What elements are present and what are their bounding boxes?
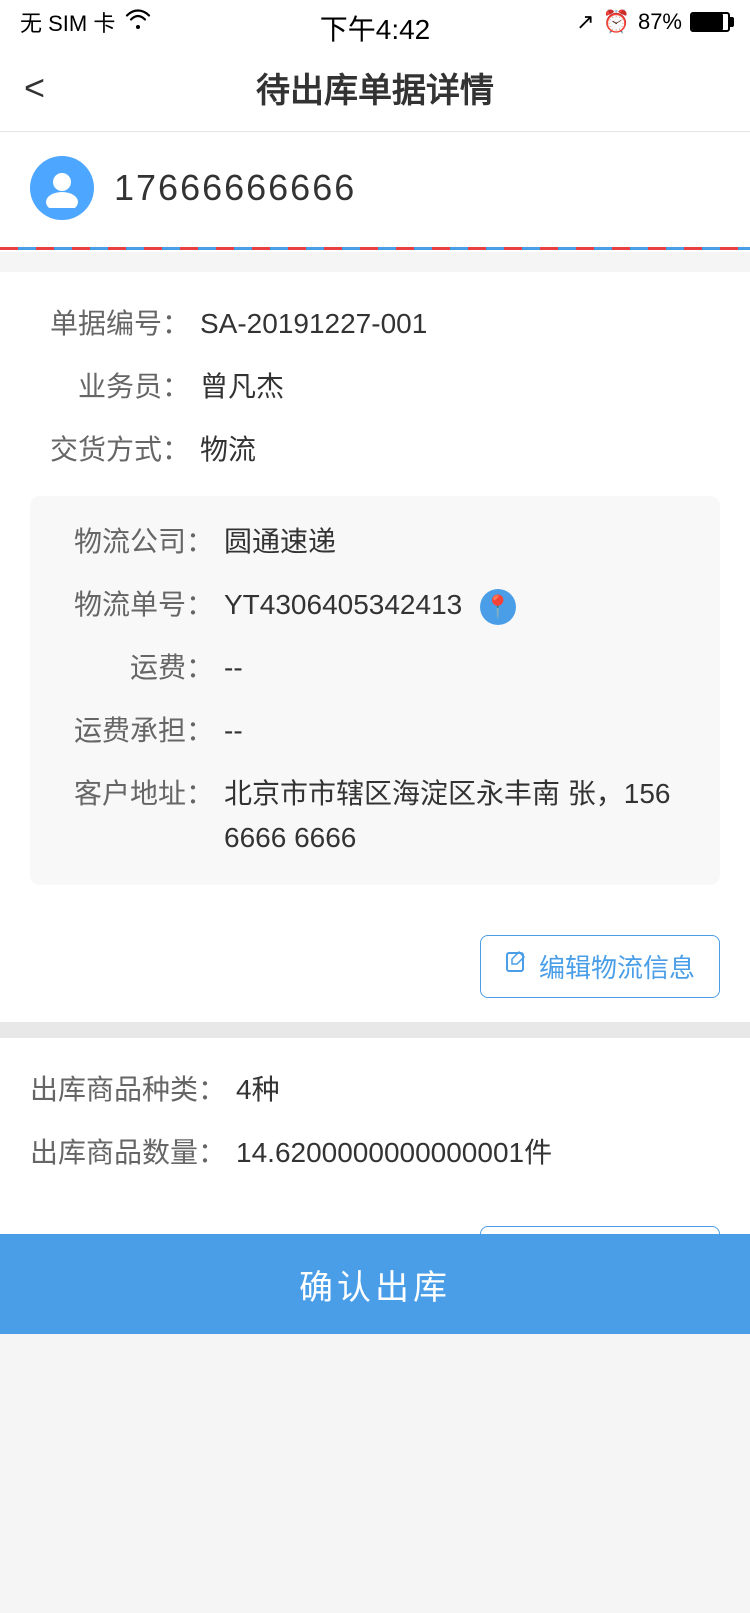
page-title: 待出库单据详情 <box>256 63 494 112</box>
edit-logistics-label: 编辑物流信息 <box>539 948 695 985</box>
edit-logistics-button[interactable]: 编辑物流信息 <box>480 935 720 998</box>
delivery-method-value: 物流 <box>190 428 720 473</box>
back-button[interactable]: < <box>24 67 45 109</box>
status-left: 无 SIM 卡 <box>20 6 151 38</box>
logistics-company-label: 物流公司： <box>54 520 214 565</box>
logistics-company-row: 物流公司： 圆通速递 <box>54 520 696 565</box>
avatar <box>30 156 94 220</box>
outstock-quantity-label: 出库商品数量： <box>30 1131 226 1176</box>
freight-value: -- <box>214 646 696 691</box>
battery-percent: 87% <box>638 9 682 35</box>
freight-bearer-row: 运费承担： -- <box>54 709 696 754</box>
outstock-quantity-row: 出库商品数量： 14.6200000000000001件 <box>30 1131 720 1176</box>
order-info-block: 单据编号： SA-20191227-001 业务员： 曾凡杰 交货方式： 物流 … <box>0 272 750 915</box>
location-pin-icon[interactable]: 📍 <box>480 589 516 625</box>
outstock-types-value: 4种 <box>226 1068 720 1113</box>
dashed-divider <box>0 244 750 252</box>
user-icon <box>42 168 82 208</box>
outstock-block: 出库商品种类： 4种 出库商品数量： 14.6200000000000001件 <box>0 1038 750 1206</box>
edit-btn-row: 编辑物流信息 <box>0 915 750 1022</box>
battery-icon <box>690 12 730 32</box>
carrier-text: 无 SIM 卡 <box>20 6 115 38</box>
delivery-method-label: 交货方式： <box>30 428 190 473</box>
address-row: 客户地址： 北京市市辖区海淀区永丰南 张，156 6666 6666 <box>54 772 696 862</box>
section-separator <box>0 1022 750 1038</box>
order-number-value: SA-20191227-001 <box>190 302 720 347</box>
nav-bar: < 待出库单据详情 <box>0 44 750 132</box>
confirm-outstock-label: 确认出库 <box>299 1260 451 1309</box>
freight-label: 运费： <box>54 646 214 691</box>
sales-person-value: 曾凡杰 <box>190 365 720 410</box>
address-value: 北京市市辖区海淀区永丰南 张，156 6666 6666 <box>214 772 696 862</box>
edit-icon <box>505 951 529 982</box>
freight-row: 运费： -- <box>54 646 696 691</box>
outstock-types-label: 出库商品种类： <box>30 1068 226 1113</box>
delivery-method-row: 交货方式： 物流 <box>30 428 720 473</box>
user-phone: 17666666666 <box>114 167 356 209</box>
outstock-types-row: 出库商品种类： 4种 <box>30 1068 720 1113</box>
tracking-number-row: 物流单号： YT4306405342413 📍 <box>54 583 696 628</box>
status-right: ↗ ⏰ 87% <box>576 9 730 35</box>
order-number-label: 单据编号： <box>30 302 190 347</box>
logistics-company-value: 圆通速递 <box>214 520 696 565</box>
wifi-icon <box>125 9 151 35</box>
tracking-number-label: 物流单号： <box>54 583 214 628</box>
order-number-row: 单据编号： SA-20191227-001 <box>30 302 720 347</box>
user-section: 17666666666 <box>0 132 750 244</box>
alarm-icon: ⏰ <box>603 9 630 35</box>
bottom-spacer <box>0 1313 750 1513</box>
sales-person-row: 业务员： 曾凡杰 <box>30 365 720 410</box>
confirm-outstock-button[interactable]: 确认出库 <box>0 1234 750 1334</box>
status-time: 下午4:42 <box>320 8 431 48</box>
freight-bearer-label: 运费承担： <box>54 709 214 754</box>
sales-person-label: 业务员： <box>30 365 190 410</box>
address-label: 客户地址： <box>54 772 214 817</box>
freight-bearer-value: -- <box>214 709 696 754</box>
location-icon: ↗ <box>576 9 594 35</box>
logistics-card: 物流公司： 圆通速递 物流单号： YT4306405342413 📍 运费： -… <box>30 496 720 885</box>
outstock-quantity-value: 14.6200000000000001件 <box>226 1131 720 1176</box>
tracking-number-value: YT4306405342413 📍 <box>214 583 696 628</box>
status-bar: 无 SIM 卡 下午4:42 ↗ ⏰ 87% <box>0 0 750 44</box>
